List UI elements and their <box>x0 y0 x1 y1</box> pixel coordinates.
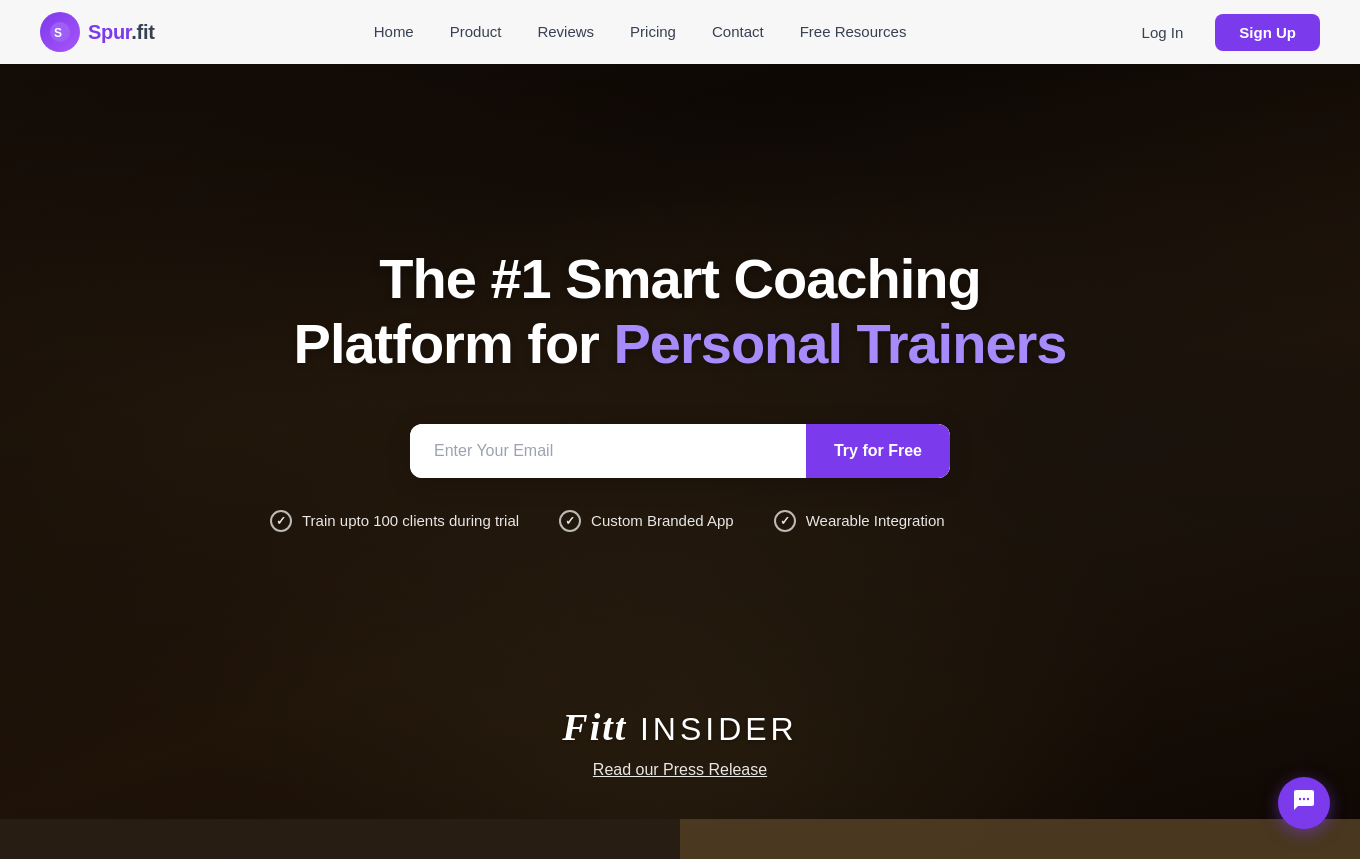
try-for-free-button[interactable]: Try for Free <box>806 424 950 478</box>
signup-button[interactable]: Sign Up <box>1215 14 1320 51</box>
hero-title: The #1 Smart Coaching Platform for Perso… <box>270 247 1090 376</box>
logo-icon: S <box>40 12 80 52</box>
press-release-link[interactable]: Read our Press Release <box>593 761 767 778</box>
nav-item-home[interactable]: Home <box>374 23 414 41</box>
svg-text:S: S <box>54 26 62 40</box>
press-section: Fitt Insider Read our Press Release <box>562 705 797 779</box>
logo-text: Spur.fit <box>88 21 155 44</box>
check-icon-branded-app <box>559 510 581 532</box>
bottom-strip-left <box>0 819 680 859</box>
check-icon-wearable <box>774 510 796 532</box>
nav-item-reviews[interactable]: Reviews <box>537 23 594 41</box>
feature-item-branded-app: Custom Branded App <box>559 510 734 532</box>
logo-container: S Spur.fit <box>40 12 155 52</box>
login-button[interactable]: Log In <box>1126 16 1200 49</box>
chat-icon <box>1292 788 1316 818</box>
svg-point-4 <box>1307 798 1309 800</box>
email-form: Try for Free <box>410 424 950 478</box>
navbar: S Spur.fit Home Product <box>0 0 1360 64</box>
check-icon-clients <box>270 510 292 532</box>
auth-buttons: Log In Sign Up <box>1126 14 1320 51</box>
nav-item-product[interactable]: Product <box>450 23 502 41</box>
nav-item-free-resources[interactable]: Free Resources <box>800 23 907 41</box>
nav-item-pricing[interactable]: Pricing <box>630 23 676 41</box>
features-row: Train upto 100 clients during trial Cust… <box>270 510 1090 532</box>
feature-item-wearable: Wearable Integration <box>774 510 945 532</box>
bottom-strip <box>0 819 1360 859</box>
svg-point-3 <box>1303 798 1305 800</box>
feature-item-clients: Train upto 100 clients during trial <box>270 510 519 532</box>
nav-menu: Home Product Reviews Pricing Contact Fre… <box>374 23 907 41</box>
svg-point-2 <box>1299 798 1301 800</box>
hero-section: S Spur.fit Home Product <box>0 0 1360 859</box>
nav-item-contact[interactable]: Contact <box>712 23 764 41</box>
hero-title-highlight: Personal Trainers <box>613 312 1066 375</box>
fitt-insider-logo: Fitt Insider <box>562 705 797 749</box>
bottom-strip-right <box>680 819 1360 859</box>
email-input[interactable] <box>410 424 806 478</box>
chat-button[interactable] <box>1278 777 1330 829</box>
hero-content: The #1 Smart Coaching Platform for Perso… <box>230 247 1130 532</box>
